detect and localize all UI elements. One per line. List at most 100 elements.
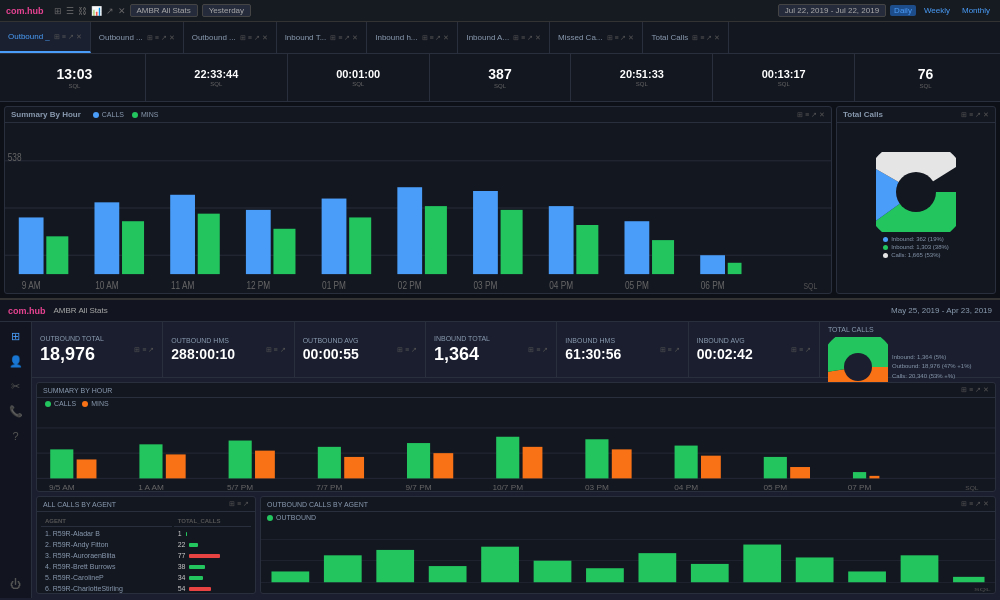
- svg-rect-18: [576, 225, 598, 274]
- metric-time1: 13:03 SQL: [4, 54, 146, 101]
- svg-text:9/7 PM: 9/7 PM: [406, 484, 432, 491]
- svg-rect-89: [743, 545, 781, 583]
- bottom-date: May 25, 2019 - Apr 23, 2019: [891, 306, 992, 315]
- period-daily[interactable]: Daily: [890, 5, 916, 16]
- metric-total-calls-pie: TOTAL CALLS Inbound: 1,364 (5%) Outbound…: [820, 322, 1000, 377]
- svg-text:SQL: SQL: [803, 281, 817, 291]
- svg-rect-46: [50, 449, 73, 478]
- svg-rect-86: [586, 568, 624, 582]
- svg-rect-61: [523, 447, 543, 479]
- svg-point-42: [844, 353, 872, 381]
- list-item: 2. R59R-Andy Fitton 22: [41, 540, 251, 549]
- bottom-chart-left: SUMMARY BY HOUR ⊞ ≡ ↗ ✕ CALLS MINS: [36, 382, 996, 594]
- bottom-agent-panel: ALL CALLS BY AGENT ⊞ ≡ ↗ AGENT TOTAL_CAL…: [36, 496, 256, 594]
- filter-dropdown[interactable]: AMBR All Stats: [130, 4, 198, 17]
- period-yesterday[interactable]: Yesterday: [202, 4, 251, 17]
- svg-text:12 PM: 12 PM: [246, 279, 270, 292]
- list-item: 1. R59R-Aladar B 1: [41, 529, 251, 538]
- sidebar-user-icon[interactable]: 👤: [9, 355, 23, 368]
- tab-inbound-t[interactable]: Inbound T... ⊞ ≡ ↗ ✕: [277, 22, 368, 53]
- metric-hms2: 20:51:33 SQL: [571, 54, 713, 101]
- svg-rect-49: [318, 447, 341, 479]
- tab-inbound-h[interactable]: Inbound h... ⊞ ≡ ↗ ✕: [367, 22, 458, 53]
- legend-calls: CALLS: [93, 111, 124, 118]
- link-icon[interactable]: ⛓: [78, 6, 87, 16]
- top-logo: com.hub: [6, 6, 44, 16]
- svg-text:9 AM: 9 AM: [22, 279, 41, 292]
- share-icon[interactable]: ↗: [106, 6, 114, 16]
- summary-chart-content: 9 AM 10 AM 11 AM 12 PM 01 PM 02 PM 03 PM…: [5, 123, 831, 293]
- list-item: 5. R59R-CarolineP 34: [41, 573, 251, 582]
- bottom-outbound-header: OUTBOUND CALLS BY AGENT ⊞ ≡ ↗ ✕: [261, 497, 995, 512]
- metric-outbound-hms: OUTBOUND HMS 288:00:10 ⊞ ≡ ↗: [163, 322, 294, 377]
- period-monthly[interactable]: Monthly: [958, 5, 994, 16]
- svg-rect-9: [246, 210, 271, 274]
- add-icon[interactable]: ⊞: [54, 6, 62, 16]
- svg-rect-83: [429, 566, 467, 582]
- metric-count2: 76 SQL: [855, 54, 996, 101]
- metric-avg1: 00:01:00 SQL: [288, 54, 430, 101]
- menu-icon[interactable]: ☰: [66, 6, 74, 16]
- svg-text:7/7 PM: 7/7 PM: [316, 484, 342, 491]
- metric-outbound-total: OUTBOUND TOTAL 18,976 ⊞ ≡ ↗: [32, 322, 163, 377]
- tab-outbound-2[interactable]: Outbound ... ⊞ ≡ ↗ ✕: [91, 22, 184, 53]
- chart-icon[interactable]: 📊: [91, 6, 102, 16]
- svg-rect-19: [625, 221, 650, 274]
- svg-rect-11: [322, 199, 347, 275]
- bottom-bar: com.hub AMBR All Stats May 25, 2019 - Ap…: [0, 300, 1000, 322]
- tab-inbound-a[interactable]: Inbound A... ⊞ ≡ ↗ ✕: [458, 22, 550, 53]
- svg-rect-5: [94, 202, 119, 274]
- bottom-outbound-panel: OUTBOUND CALLS BY AGENT ⊞ ≡ ↗ ✕ OUTBOUND: [260, 496, 996, 594]
- svg-rect-57: [166, 454, 186, 478]
- top-bar: com.hub ⊞ ☰ ⛓ 📊 ↗ ✕ AMBR All Stats Yeste…: [0, 0, 1000, 22]
- sidebar-help-icon[interactable]: ?: [12, 430, 18, 442]
- svg-rect-48: [229, 441, 252, 479]
- bottom-agent-table: AGENT TOTAL_CALLS 1. R59R-Aladar B 1 2. …: [39, 514, 253, 593]
- bottom-summary-header: SUMMARY BY HOUR ⊞ ≡ ↗ ✕: [37, 383, 995, 398]
- tab-outbound-3[interactable]: Outbound ... ⊞ ≡ ↗ ✕: [184, 22, 277, 53]
- svg-rect-87: [638, 553, 676, 582]
- svg-rect-10: [273, 229, 295, 274]
- svg-rect-93: [953, 577, 984, 582]
- tab-outbound-1[interactable]: Outbound _ ⊞ ≡ ↗ ✕: [0, 22, 91, 53]
- outbound-legend-out: OUTBOUND: [267, 514, 316, 521]
- svg-text:07 PM: 07 PM: [848, 484, 872, 491]
- svg-text:10/7 PM: 10/7 PM: [492, 484, 523, 491]
- list-item: 4. R59R-Brett Burrows 38: [41, 562, 251, 571]
- svg-rect-12: [349, 217, 371, 274]
- svg-rect-51: [496, 437, 519, 479]
- svg-rect-47: [139, 444, 162, 478]
- pie-chart-panel-top: Total Calls ⊞ ≡ ↗ ✕ Inbound: 362 (19%): [836, 106, 996, 294]
- svg-rect-52: [585, 439, 608, 478]
- sidebar-home-icon[interactable]: ⊞: [11, 330, 20, 343]
- svg-rect-65: [869, 476, 879, 479]
- svg-text:SQL: SQL: [965, 485, 979, 490]
- svg-text:05 PM: 05 PM: [625, 279, 649, 292]
- svg-text:538: 538: [8, 150, 22, 163]
- svg-text:10 AM: 10 AM: [95, 279, 118, 292]
- tab-total-calls[interactable]: Total Calls ⊞ ≡ ↗ ✕: [643, 22, 729, 53]
- svg-rect-60: [433, 453, 453, 478]
- tab-missed[interactable]: Missed Ca... ⊞ ≡ ↗ ✕: [550, 22, 643, 53]
- bottom-chart-area: SUMMARY BY HOUR ⊞ ≡ ↗ ✕ CALLS MINS: [32, 378, 1000, 598]
- sidebar-phone-icon[interactable]: 📞: [9, 405, 23, 418]
- svg-text:02 PM: 02 PM: [398, 279, 422, 292]
- svg-rect-20: [652, 240, 674, 274]
- svg-rect-85: [534, 561, 572, 583]
- bottom-main: OUTBOUND TOTAL 18,976 ⊞ ≡ ↗ OUTBOUND HMS…: [32, 322, 1000, 598]
- close-icon[interactable]: ✕: [118, 6, 126, 16]
- pie-legend-top: Inbound: 362 (19%) Inbound: 1,303 (38%) …: [877, 232, 955, 264]
- bottom-logo: com.hub: [8, 306, 46, 316]
- bottom-content: ⊞ 👤 ✂ 📞 ? ⏻ OUTBOUND TOTAL 18,976 ⊞ ≡ ↗: [0, 322, 1000, 598]
- svg-rect-6: [122, 221, 144, 274]
- svg-text:9/5 AM: 9/5 AM: [49, 484, 75, 491]
- metric-count1: 387 SQL: [430, 54, 572, 101]
- svg-rect-16: [501, 210, 523, 274]
- date-range[interactable]: Jul 22, 2019 - Jul 22, 2019: [778, 4, 886, 17]
- sidebar-power-icon[interactable]: ⏻: [10, 578, 21, 590]
- period-weekly[interactable]: Weekly: [920, 5, 954, 16]
- sidebar-scissors-icon[interactable]: ✂: [11, 380, 20, 393]
- svg-rect-13: [397, 187, 422, 274]
- svg-rect-54: [764, 457, 787, 478]
- metric-hms1: 22:33:44 SQL: [146, 54, 288, 101]
